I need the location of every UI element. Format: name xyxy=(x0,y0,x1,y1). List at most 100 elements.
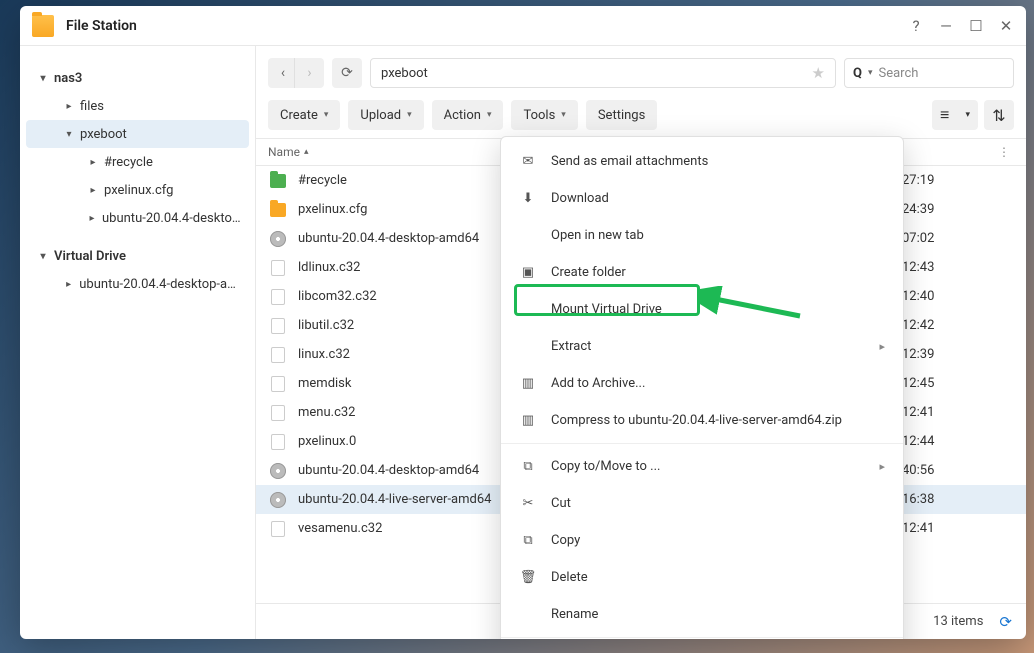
file-time: 12:42 xyxy=(902,318,1014,333)
blank-icon xyxy=(519,338,537,356)
file-icon xyxy=(268,287,288,307)
download-icon: ⬇ xyxy=(519,190,537,208)
menu-label: Open in new tab xyxy=(551,228,644,243)
file-icon xyxy=(268,432,288,452)
create-button[interactable]: Create▾ xyxy=(268,100,340,130)
menu-label: Download xyxy=(551,191,609,206)
file-time: 12:41 xyxy=(902,405,1014,420)
tree-label: Virtual Drive xyxy=(54,249,126,264)
caret-icon: ▸ xyxy=(88,213,96,223)
sidebar-item[interactable]: ▸#recycle xyxy=(20,148,255,176)
sidebar-item[interactable]: ▾pxeboot xyxy=(26,120,249,148)
file-icon xyxy=(268,316,288,336)
column-menu-icon[interactable]: ⋮ xyxy=(994,145,1014,159)
sidebar-item[interactable]: ▾ Virtual Drive xyxy=(20,242,255,270)
close-icon[interactable]: ✕ xyxy=(998,18,1014,34)
sidebar: ▾ nas3 ▸files▾pxeboot▸#recycle▸pxelinux.… xyxy=(20,46,256,639)
sidebar-item[interactable]: ▸files xyxy=(20,92,255,120)
file-icon xyxy=(268,345,288,365)
file-time: 12:39 xyxy=(902,347,1014,362)
app-title: File Station xyxy=(66,18,908,34)
folder-yellow-icon xyxy=(268,200,288,220)
view-mode-button[interactable]: ≡▾ xyxy=(932,100,978,130)
sidebar-item[interactable]: ▸ubuntu-20.04.4-desktop-amd64 xyxy=(20,204,255,232)
file-time: 12:41 xyxy=(902,521,1014,536)
search-icon: Q xyxy=(853,66,862,81)
caret-icon: ▸ xyxy=(64,101,74,111)
caret-down-icon: ▾ xyxy=(868,68,873,78)
menu-label: Compress to ubuntu-20.04.4-live-server-a… xyxy=(551,413,842,428)
tree-root[interactable]: ▾ nas3 xyxy=(20,64,255,92)
sort-asc-icon: ▴ xyxy=(304,147,309,157)
sidebar-item[interactable]: ▸ pxelinux.cfg xyxy=(20,176,255,204)
nav-forward-button[interactable]: › xyxy=(294,58,324,88)
menu-item[interactable]: Open in new tab xyxy=(501,217,903,254)
menu-item[interactable]: 🗑Delete xyxy=(501,559,903,596)
file-time: 12:44 xyxy=(902,434,1014,449)
menu-item[interactable]: ⧉Copy to/Move to ...▸ xyxy=(501,448,903,485)
action-button[interactable]: Action▾ xyxy=(432,100,504,130)
caret-down-icon: ▾ xyxy=(38,73,48,83)
trash-icon: 🗑 xyxy=(519,569,537,587)
blank-icon xyxy=(519,301,537,319)
caret-icon: ▸ xyxy=(88,185,98,195)
menu-item[interactable]: Extract ▸ xyxy=(501,328,903,365)
window: File Station ? — ☐ ✕ ▾ nas3 ▸files▾pxebo… xyxy=(20,6,1026,639)
archive-icon: ▥ xyxy=(519,375,537,393)
settings-button[interactable]: Settings xyxy=(586,100,657,130)
file-time: 12:45 xyxy=(902,376,1014,391)
chevron-right-icon: ▸ xyxy=(879,340,885,353)
minimize-icon[interactable]: — xyxy=(938,18,954,34)
menu-label: Cut xyxy=(551,496,571,511)
caret-icon: ▾ xyxy=(64,129,74,139)
mail-icon: ✉ xyxy=(519,153,537,171)
caret-icon: ▸ xyxy=(88,157,98,167)
disc-icon xyxy=(268,490,288,510)
status-refresh-icon[interactable]: ⟳ xyxy=(999,613,1012,631)
menu-label: Send as email attachments xyxy=(551,154,708,169)
help-icon[interactable]: ? xyxy=(908,18,924,34)
menu-item[interactable]: ▥Compress to ubuntu-20.04.4-live-server-… xyxy=(501,402,903,439)
menu-item[interactable]: ⧉Copy xyxy=(501,522,903,559)
path-bar[interactable]: pxeboot ★ xyxy=(370,58,836,88)
file-time: 27:19 xyxy=(902,173,1014,188)
upload-button[interactable]: Upload▾ xyxy=(348,100,423,130)
menu-item[interactable]: Rename xyxy=(501,596,903,633)
caret-icon: ▸ xyxy=(64,279,73,289)
menu-label: Rename xyxy=(551,607,598,622)
refresh-button[interactable]: ⟳ xyxy=(332,58,362,88)
menu-label: Extract xyxy=(551,339,591,354)
menu-item[interactable]: ✉ Send as email attachments xyxy=(501,143,903,180)
folder-plus-icon: ▣ xyxy=(519,264,537,282)
menu-label: Add to Archive... xyxy=(551,376,645,391)
toolbar: Create▾ Upload▾ Action▾ Tools▾ Settings … xyxy=(256,96,1026,138)
favorite-icon[interactable]: ★ xyxy=(812,64,825,82)
menu-label: Copy xyxy=(551,533,580,548)
menu-item[interactable]: ⬇ Download xyxy=(501,180,903,217)
item-count: 13 items xyxy=(933,614,983,629)
menu-item[interactable]: Mount Virtual Drive xyxy=(501,291,903,328)
path-text: pxeboot xyxy=(381,66,428,81)
file-icon xyxy=(268,374,288,394)
sort-button[interactable]: ⇅ xyxy=(984,100,1014,130)
search-input[interactable]: Q ▾ Search xyxy=(844,58,1014,88)
disc-icon xyxy=(268,229,288,249)
menu-item[interactable]: ✂Cut xyxy=(501,485,903,522)
menu-label: Mount Virtual Drive xyxy=(551,302,662,317)
tools-button[interactable]: Tools▾ xyxy=(511,100,577,130)
caret-icon: ▾ xyxy=(38,251,48,261)
search-placeholder: Search xyxy=(879,66,919,81)
menu-item[interactable]: ▣ Create folder xyxy=(501,254,903,291)
disc-icon xyxy=(268,461,288,481)
file-icon xyxy=(268,519,288,539)
menu-item[interactable]: ▥ Add to Archive... xyxy=(501,365,903,402)
menu-label: Create folder xyxy=(551,265,626,280)
tree-label: ubuntu-20.04.4-desktop-amd64 xyxy=(79,277,247,292)
menu-label: Copy to/Move to ... xyxy=(551,459,660,474)
sort-icon: ⇅ xyxy=(992,106,1005,125)
chevron-right-icon: ▸ xyxy=(879,460,885,473)
tree-label: pxelinux.cfg xyxy=(104,183,173,198)
sidebar-item[interactable]: ▸ ubuntu-20.04.4-desktop-amd64 xyxy=(20,270,255,298)
titlebar: File Station ? — ☐ ✕ xyxy=(20,6,1026,46)
maximize-icon[interactable]: ☐ xyxy=(968,18,984,34)
